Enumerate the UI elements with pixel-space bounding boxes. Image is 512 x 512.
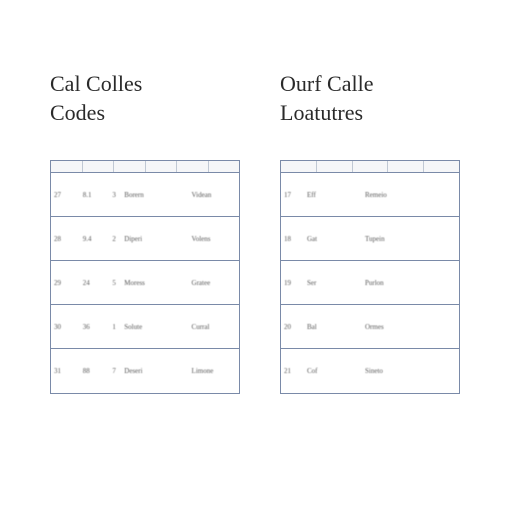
cell: 36: [81, 323, 111, 331]
comparison-panel: Cal Colles Codes 27 8.1 3 Borern Videan …: [0, 0, 512, 424]
cell: Sineto: [363, 367, 428, 375]
left-title-1: Cal Colles: [50, 70, 240, 99]
cell: 28: [51, 235, 81, 243]
cell: 17: [281, 191, 305, 199]
left-table-header: [51, 161, 239, 173]
right-title-1: Ourf Calle: [280, 70, 460, 99]
table-row: 28 9.4 2 Diperi Volens: [51, 217, 239, 261]
cell: Tupein: [363, 235, 428, 243]
table-row: 29 24 5 Moress Gratee: [51, 261, 239, 305]
cell: 1: [110, 323, 122, 331]
table-row: 18 Gat Tupein: [281, 217, 459, 261]
table-row: 17 Eff Remeio: [281, 173, 459, 217]
right-titles: Ourf Calle Loatutres: [280, 70, 460, 140]
cell: 8.1: [81, 191, 111, 199]
cell: 18: [281, 235, 305, 243]
cell: Cof: [305, 367, 345, 375]
cell: Moress: [122, 279, 171, 287]
cell: Limone: [190, 367, 239, 375]
cell: Remeio: [363, 191, 428, 199]
cell: 21: [281, 367, 305, 375]
cell: Ser: [305, 279, 345, 287]
cell: 7: [110, 367, 122, 375]
cell: Deseri: [122, 367, 171, 375]
cell: 2: [110, 235, 122, 243]
cell: Volens: [190, 235, 239, 243]
left-table: 27 8.1 3 Borern Videan 28 9.4 2 Diperi V…: [50, 160, 240, 394]
cell: 31: [51, 367, 81, 375]
cell: Purlon: [363, 279, 428, 287]
table-row: 21 Cof Sineto: [281, 349, 459, 393]
left-title-2: Codes: [50, 99, 240, 128]
cell: Diperi: [122, 235, 171, 243]
cell: 27: [51, 191, 81, 199]
left-column: Cal Colles Codes 27 8.1 3 Borern Videan …: [50, 70, 240, 394]
right-column: Ourf Calle Loatutres 17 Eff Remeio 18 Ga…: [280, 70, 460, 394]
cell: Eff: [305, 191, 345, 199]
cell: 5: [110, 279, 122, 287]
cell: Videan: [190, 191, 239, 199]
cell: Borern: [122, 191, 171, 199]
cell: 20: [281, 323, 305, 331]
cell: 19: [281, 279, 305, 287]
cell: 30: [51, 323, 81, 331]
cell: 3: [110, 191, 122, 199]
table-row: 19 Ser Purlon: [281, 261, 459, 305]
left-table-body: 27 8.1 3 Borern Videan 28 9.4 2 Diperi V…: [51, 173, 239, 393]
right-table-header: [281, 161, 459, 173]
cell: Ormes: [363, 323, 428, 331]
table-row: 27 8.1 3 Borern Videan: [51, 173, 239, 217]
left-titles: Cal Colles Codes: [50, 70, 240, 140]
cell: Gat: [305, 235, 345, 243]
cell: Curral: [190, 323, 239, 331]
cell: 29: [51, 279, 81, 287]
right-table: 17 Eff Remeio 18 Gat Tupein: [280, 160, 460, 394]
table-row: 31 88 7 Deseri Limone: [51, 349, 239, 393]
cell: Gratee: [190, 279, 239, 287]
cell: 24: [81, 279, 111, 287]
cell: 88: [81, 367, 111, 375]
right-table-body: 17 Eff Remeio 18 Gat Tupein: [281, 173, 459, 393]
table-row: 30 36 1 Solute Curral: [51, 305, 239, 349]
cell: 9.4: [81, 235, 111, 243]
cell: Solute: [122, 323, 171, 331]
right-title-2: Loatutres: [280, 99, 460, 128]
cell: Bal: [305, 323, 345, 331]
table-row: 20 Bal Ormes: [281, 305, 459, 349]
